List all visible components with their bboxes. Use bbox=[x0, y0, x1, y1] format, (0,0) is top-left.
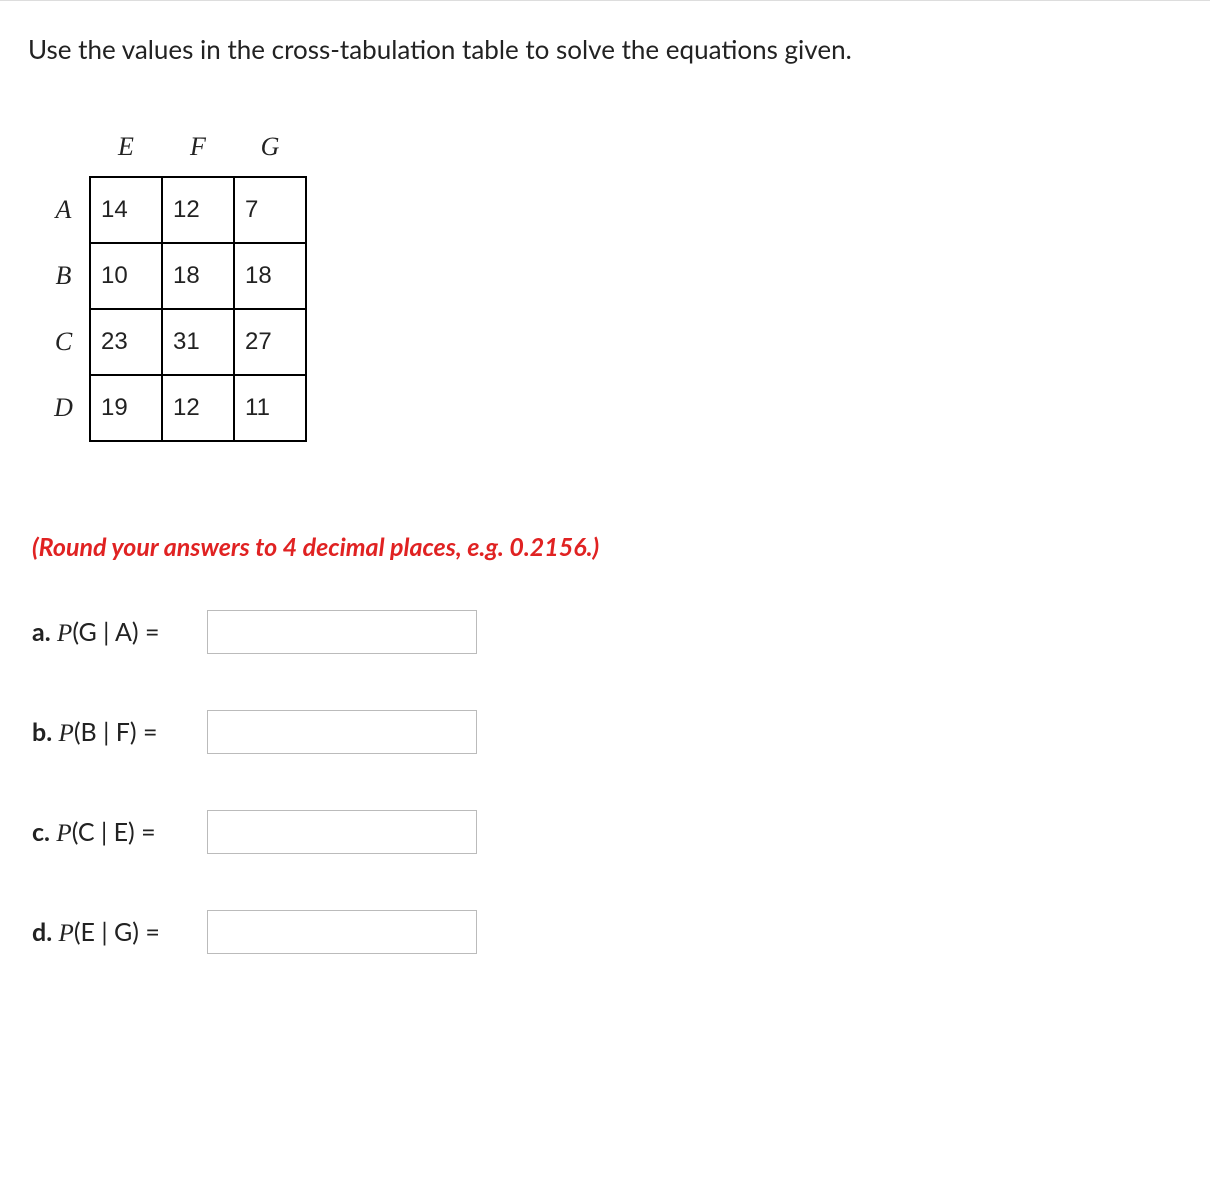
table-row: B 10 18 18 bbox=[46, 243, 306, 309]
cell: 11 bbox=[234, 375, 306, 441]
instruction-text: Use the values in the cross-tabulation t… bbox=[28, 31, 1182, 67]
cell: 18 bbox=[234, 243, 306, 309]
cell: 19 bbox=[90, 375, 162, 441]
rounding-note: (Round your answers to 4 decimal places,… bbox=[32, 532, 1182, 562]
table-row: D 19 12 11 bbox=[46, 375, 306, 441]
cell: 23 bbox=[90, 309, 162, 375]
question-c: c. P(C | E) = bbox=[32, 810, 1182, 854]
question-b-label: b. P(B | F) = bbox=[32, 717, 207, 748]
cell: 18 bbox=[162, 243, 234, 309]
row-header-D: D bbox=[46, 375, 90, 441]
question-a: a. P(G | A) = bbox=[32, 610, 1182, 654]
question-a-label: a. P(G | A) = bbox=[32, 617, 207, 648]
table-row: A 14 12 7 bbox=[46, 177, 306, 243]
cell: 12 bbox=[162, 375, 234, 441]
row-header-B: B bbox=[46, 243, 90, 309]
cell: 10 bbox=[90, 243, 162, 309]
answer-input-d[interactable] bbox=[207, 910, 477, 954]
question-c-label: c. P(C | E) = bbox=[32, 817, 207, 848]
table-corner-empty bbox=[46, 117, 90, 177]
row-header-A: A bbox=[46, 177, 90, 243]
table-row: C 23 31 27 bbox=[46, 309, 306, 375]
cross-tabulation-table: E F G A 14 12 7 B 10 18 18 C 23 31 27 D … bbox=[46, 117, 307, 442]
col-header-F: F bbox=[162, 117, 234, 177]
cell: 31 bbox=[162, 309, 234, 375]
cell: 27 bbox=[234, 309, 306, 375]
answer-input-b[interactable] bbox=[207, 710, 477, 754]
question-d-label: d. P(E | G) = bbox=[32, 917, 207, 948]
question-b: b. P(B | F) = bbox=[32, 710, 1182, 754]
cross-tabulation-table-wrap: E F G A 14 12 7 B 10 18 18 C 23 31 27 D … bbox=[46, 117, 1182, 442]
col-header-E: E bbox=[90, 117, 162, 177]
cell: 7 bbox=[234, 177, 306, 243]
col-header-G: G bbox=[234, 117, 306, 177]
answer-input-a[interactable] bbox=[207, 610, 477, 654]
cell: 14 bbox=[90, 177, 162, 243]
answer-input-c[interactable] bbox=[207, 810, 477, 854]
cell: 12 bbox=[162, 177, 234, 243]
row-header-C: C bbox=[46, 309, 90, 375]
question-d: d. P(E | G) = bbox=[32, 910, 1182, 954]
